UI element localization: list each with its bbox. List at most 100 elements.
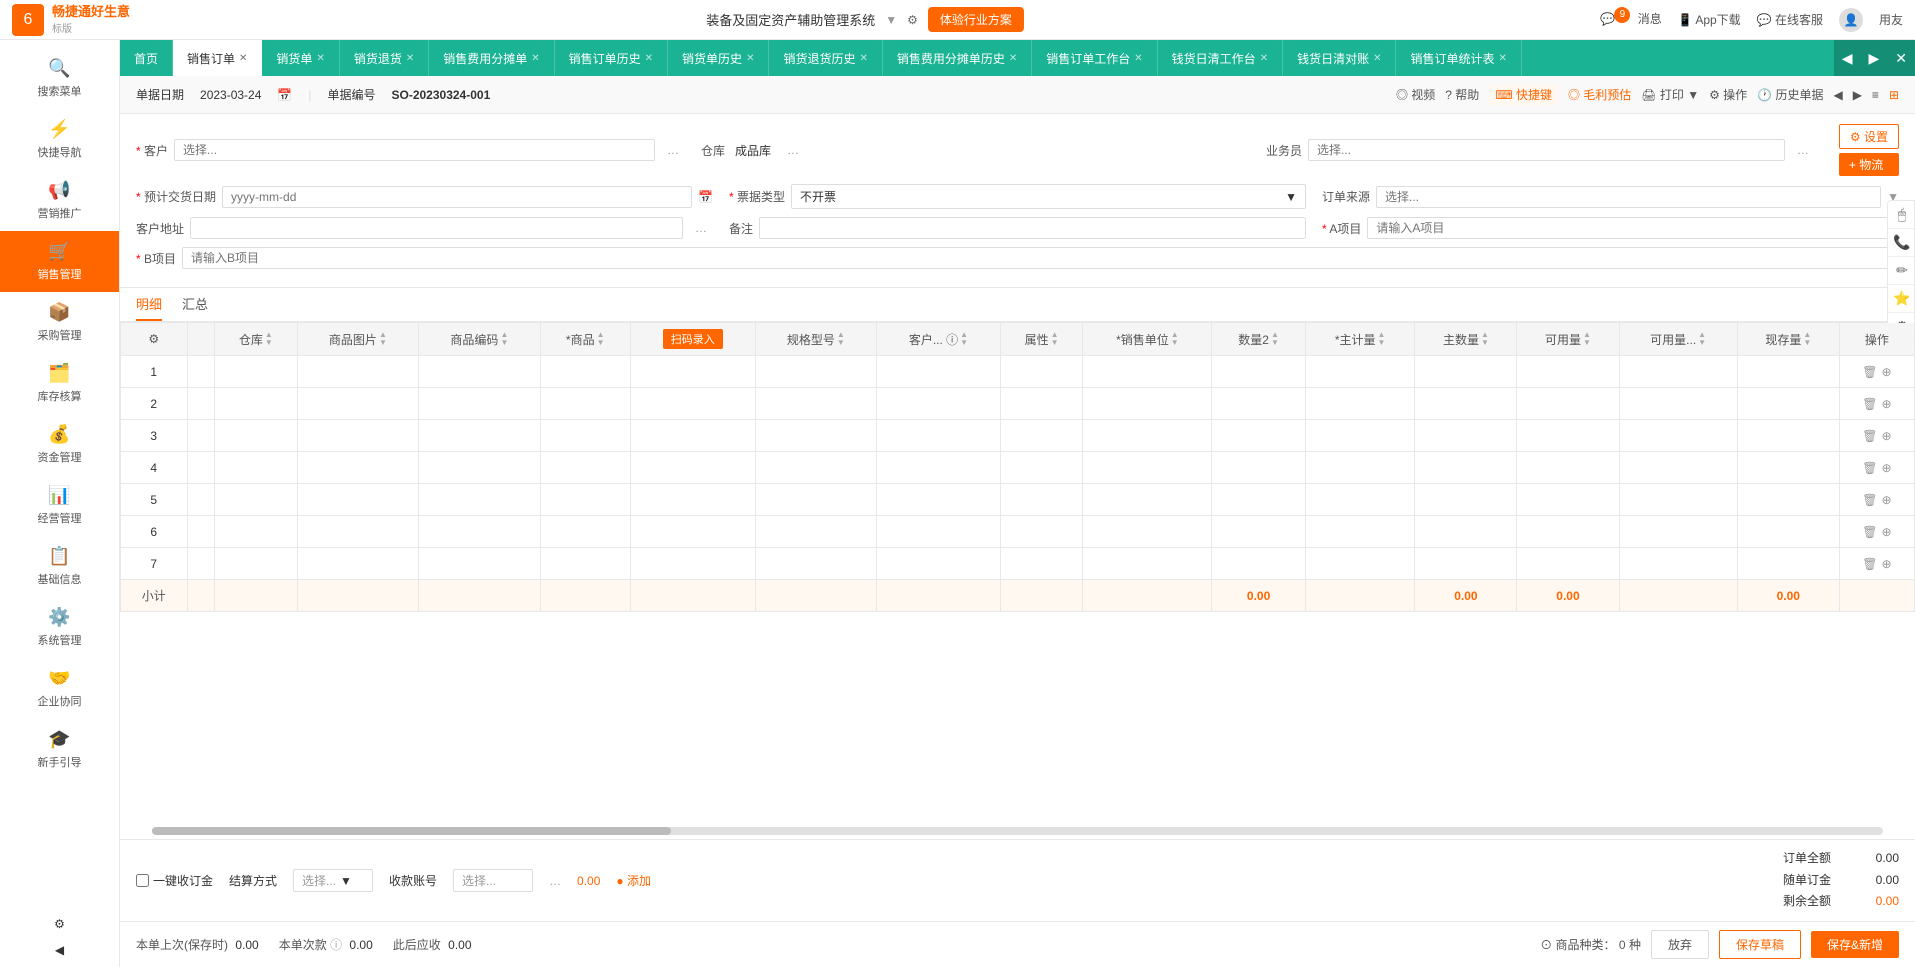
- quick-order-checkbox-input[interactable]: [136, 874, 149, 887]
- th-product[interactable]: *商品 ▲▼: [540, 323, 630, 356]
- tab-sales-fee-hist-close[interactable]: ✕: [1009, 53, 1017, 64]
- action-btn[interactable]: ⚙ 操作: [1709, 86, 1747, 103]
- online-service-btn[interactable]: 💬 在线客服: [1757, 11, 1823, 28]
- tab-cash-workbench-close[interactable]: ✕: [1260, 53, 1268, 64]
- row-copy-icon[interactable]: ⊕: [1881, 365, 1891, 379]
- row-delete-icon[interactable]: 🗑: [1862, 365, 1877, 379]
- tab-sales-order-hist[interactable]: 销售订单历史 ✕: [555, 40, 668, 76]
- sidebar-item-search[interactable]: 🔍 搜索菜单: [0, 48, 119, 109]
- tab-sales-fee-close[interactable]: ✕: [531, 53, 539, 64]
- tab-sales-workbench[interactable]: 销售订单工作台 ✕: [1032, 40, 1157, 76]
- solution-btn[interactable]: 体验行业方案: [928, 7, 1024, 32]
- sidebar-item-corp[interactable]: 🤝 企业协同: [0, 658, 119, 719]
- quick-order-checkbox[interactable]: 一键收订金: [136, 872, 213, 889]
- discard-btn[interactable]: 放弃: [1651, 930, 1709, 959]
- shortcut-btn[interactable]: ⌨ 快捷键: [1489, 84, 1558, 105]
- sidebar-collapse-icon[interactable]: ◀: [55, 943, 64, 957]
- project-b-input[interactable]: [182, 247, 1899, 269]
- tab-home[interactable]: 首页: [120, 40, 173, 76]
- tab-sales-order-close[interactable]: ✕: [239, 53, 247, 64]
- sidebar-item-finance[interactable]: 💰 资金管理: [0, 414, 119, 475]
- video-btn[interactable]: ◎ 视频: [1396, 86, 1435, 103]
- salesperson-input[interactable]: [1308, 139, 1785, 161]
- tab-sales-stats[interactable]: 销售订单统计表 ✕: [1396, 40, 1521, 76]
- payment-select[interactable]: 选择... ▼: [293, 869, 373, 892]
- scroll-bar[interactable]: [152, 827, 1883, 835]
- th-spec[interactable]: 规格型号 ▲▼: [755, 323, 877, 356]
- sidebar-item-guide[interactable]: 🎓 新手引导: [0, 719, 119, 780]
- sidebar-settings-icon[interactable]: ⚙: [54, 917, 65, 931]
- date-value[interactable]: 2023-03-24: [200, 88, 261, 102]
- row-delete-icon[interactable]: 🗑: [1862, 397, 1877, 411]
- right-tool-edit[interactable]: ✏: [1888, 257, 1915, 285]
- app-download-btn[interactable]: 📱 App下载: [1678, 11, 1741, 28]
- message-btn[interactable]: 💬 9 消息: [1600, 10, 1662, 29]
- row-ops-cell[interactable]: 🗑⊕: [1839, 484, 1914, 516]
- row-delete-icon[interactable]: 🗑: [1862, 461, 1877, 475]
- row-ops-cell[interactable]: 🗑⊕: [1839, 356, 1914, 388]
- th-available2[interactable]: 可用量... ▲▼: [1619, 323, 1737, 356]
- th-main-unit[interactable]: *主计量 ▲▼: [1305, 323, 1415, 356]
- calendar-icon[interactable]: 📅: [277, 88, 292, 102]
- right-tool-star[interactable]: ⭐: [1888, 285, 1915, 313]
- account-select[interactable]: 选择...: [453, 869, 533, 892]
- nav-next-btn[interactable]: ▶: [1860, 40, 1887, 76]
- row-copy-icon[interactable]: ⊕: [1881, 557, 1891, 571]
- tab-cash-reconcile-close[interactable]: ✕: [1373, 53, 1381, 64]
- history-btn[interactable]: 🕐 历史单据: [1757, 86, 1823, 103]
- help-btn[interactable]: ? 帮助: [1445, 86, 1479, 103]
- nav-left-icon[interactable]: ◀: [1833, 88, 1842, 102]
- th-main-qty[interactable]: 主数量 ▲▼: [1415, 323, 1517, 356]
- th-customer-code[interactable]: 客户... ⓘ ▲▼: [877, 323, 1001, 356]
- tab-cash-workbench[interactable]: 钱货日清工作台 ✕: [1158, 40, 1283, 76]
- draft-btn[interactable]: 保存草稿: [1719, 930, 1801, 959]
- salesperson-dots[interactable]: …: [1791, 141, 1815, 159]
- th-warehouse[interactable]: 仓库 ▲▼: [215, 323, 298, 356]
- save-btn[interactable]: 保存&新增: [1811, 931, 1899, 958]
- addr-dots[interactable]: …: [689, 219, 713, 237]
- row-delete-icon[interactable]: 🗑: [1862, 493, 1877, 507]
- remark-input[interactable]: [759, 217, 1306, 239]
- order-source-input[interactable]: [1376, 186, 1881, 208]
- row-copy-icon[interactable]: ⊕: [1881, 525, 1891, 539]
- sidebar-item-base[interactable]: 📋 基础信息: [0, 536, 119, 597]
- tab-sales-inv-hist-close[interactable]: ✕: [746, 53, 754, 64]
- nav-prev-btn[interactable]: ◀: [1834, 40, 1861, 76]
- tab-sales-inv-hist[interactable]: 销货单历史 ✕: [668, 40, 769, 76]
- customer-dots[interactable]: …: [661, 141, 685, 159]
- sidebar-item-sales[interactable]: 🛒 销售管理: [0, 231, 119, 292]
- tab-detail[interactable]: 明细: [136, 288, 162, 321]
- tab-sales-order[interactable]: 销售订单 ✕: [173, 40, 262, 76]
- tab-cash-reconcile[interactable]: 钱货日清对账 ✕: [1283, 40, 1396, 76]
- sidebar-item-operations[interactable]: 📊 经营管理: [0, 475, 119, 536]
- right-tool-mouse[interactable]: 🖱: [1888, 201, 1915, 229]
- print-btn[interactable]: 🖨 打印 ▼: [1641, 86, 1699, 103]
- th-qty2[interactable]: 数量2 ▲▼: [1212, 323, 1305, 356]
- tab-sales-return[interactable]: 销货退货 ✕: [340, 40, 429, 76]
- row-ops-cell[interactable]: 🗑⊕: [1839, 420, 1914, 452]
- row-ops-cell[interactable]: 🗑⊕: [1839, 548, 1914, 580]
- warehouse-dots[interactable]: …: [781, 141, 805, 159]
- th-available[interactable]: 可用量 ▲▼: [1517, 323, 1619, 356]
- row-ops-cell[interactable]: 🗑⊕: [1839, 516, 1914, 548]
- tab-sales-stats-close[interactable]: ✕: [1499, 53, 1507, 64]
- tab-sales-fee[interactable]: 销售费用分摊单 ✕: [429, 40, 554, 76]
- system-dropdown-icon[interactable]: ▼: [885, 13, 897, 27]
- list-view-icon[interactable]: ≡: [1872, 88, 1879, 102]
- row-copy-icon[interactable]: ⊕: [1881, 461, 1891, 475]
- settings-icon[interactable]: ⚙: [907, 13, 918, 27]
- add-product-btn[interactable]: + 物流: [1839, 153, 1899, 176]
- tab-sales-invoice[interactable]: 销货单 ✕: [262, 40, 339, 76]
- th-scan[interactable]: 扫码录入: [630, 323, 755, 356]
- scan-btn[interactable]: 扫码录入: [663, 329, 723, 349]
- tab-summary[interactable]: 汇总: [182, 288, 208, 321]
- tab-sales-fee-hist[interactable]: 销售费用分摊单历史 ✕: [883, 40, 1032, 76]
- customer-input[interactable]: [174, 139, 655, 161]
- right-tool-phone[interactable]: 📞: [1888, 229, 1915, 257]
- nav-right-icon[interactable]: ▶: [1853, 88, 1862, 102]
- delivery-calendar-icon[interactable]: 📅: [698, 190, 713, 204]
- row-ops-cell[interactable]: 🗑⊕: [1839, 388, 1914, 420]
- sidebar-item-system[interactable]: ⚙️ 系统管理: [0, 597, 119, 658]
- product-count[interactable]: ⊙ 商品种类： 0 种: [1540, 936, 1641, 953]
- th-product-code[interactable]: 商品编码 ▲▼: [419, 323, 541, 356]
